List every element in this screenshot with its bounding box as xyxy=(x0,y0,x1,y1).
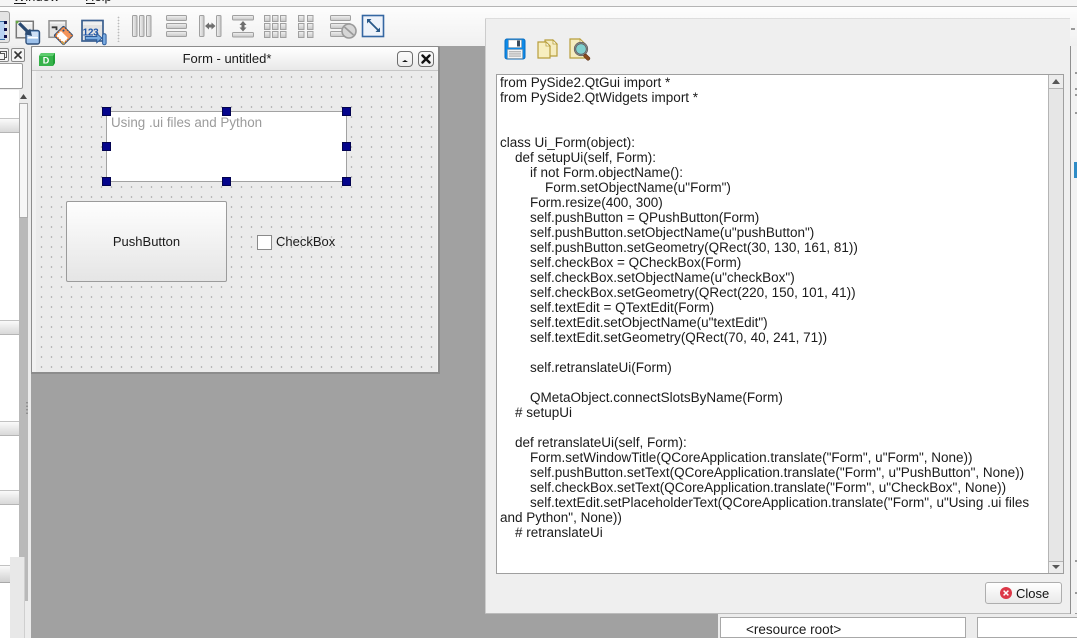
svg-text:D: D xyxy=(43,56,50,66)
